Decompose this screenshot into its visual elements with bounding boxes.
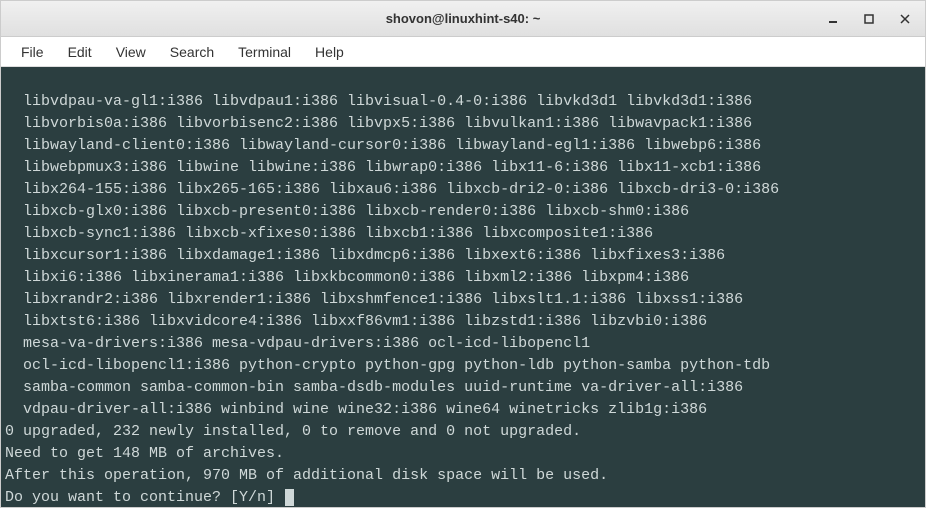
minimize-button[interactable] <box>821 9 845 29</box>
window-controls <box>821 9 917 29</box>
menu-help[interactable]: Help <box>303 40 356 64</box>
menu-search[interactable]: Search <box>158 40 226 64</box>
terminal-line: vdpau-driver-all:i386 winbind wine wine3… <box>5 401 707 418</box>
terminal-line: mesa-va-drivers:i386 mesa-vdpau-drivers:… <box>5 335 590 352</box>
terminal-line: 0 upgraded, 232 newly installed, 0 to re… <box>5 423 581 440</box>
terminal-line: Need to get 148 MB of archives. <box>5 445 284 462</box>
terminal-line: libxrandr2:i386 libxrender1:i386 libxshm… <box>5 291 743 308</box>
menu-edit[interactable]: Edit <box>56 40 104 64</box>
terminal-line: libxcursor1:i386 libxdamage1:i386 libxdm… <box>5 247 725 264</box>
terminal-line: samba-common samba-common-bin samba-dsdb… <box>5 379 743 396</box>
terminal-line: libvdpau-va-gl1:i386 libvdpau1:i386 libv… <box>5 93 752 110</box>
close-icon <box>900 14 910 24</box>
terminal-line: libxtst6:i386 libxvidcore4:i386 libxxf86… <box>5 313 707 330</box>
terminal-line: libxi6:i386 libxinerama1:i386 libxkbcomm… <box>5 269 689 286</box>
minimize-icon <box>828 14 838 24</box>
terminal-line: libwebpmux3:i386 libwine libwine:i386 li… <box>5 159 761 176</box>
terminal-line: libxcb-glx0:i386 libxcb-present0:i386 li… <box>5 203 689 220</box>
terminal-line: libx264-155:i386 libx265-165:i386 libxau… <box>5 181 779 198</box>
cursor <box>285 489 294 506</box>
terminal-output[interactable]: libvdpau-va-gl1:i386 libvdpau1:i386 libv… <box>1 67 925 507</box>
terminal-line: libwayland-client0:i386 libwayland-curso… <box>5 137 761 154</box>
menu-terminal[interactable]: Terminal <box>226 40 303 64</box>
terminal-line: libvorbis0a:i386 libvorbisenc2:i386 libv… <box>5 115 752 132</box>
menu-view[interactable]: View <box>104 40 158 64</box>
terminal-line: ocl-icd-libopencl1:i386 python-crypto py… <box>5 357 770 374</box>
terminal-line: libxcb-sync1:i386 libxcb-xfixes0:i386 li… <box>5 225 653 242</box>
terminal-window: shovon@linuxhint-s40: ~ File Edit View S… <box>0 0 926 508</box>
maximize-button[interactable] <box>857 9 881 29</box>
terminal-prompt-line: Do you want to continue? [Y/n] <box>5 489 284 506</box>
menubar: File Edit View Search Terminal Help <box>1 37 925 67</box>
terminal-line: After this operation, 970 MB of addition… <box>5 467 608 484</box>
maximize-icon <box>864 14 874 24</box>
window-title: shovon@linuxhint-s40: ~ <box>386 11 541 26</box>
titlebar: shovon@linuxhint-s40: ~ <box>1 1 925 37</box>
close-button[interactable] <box>893 9 917 29</box>
menu-file[interactable]: File <box>9 40 56 64</box>
